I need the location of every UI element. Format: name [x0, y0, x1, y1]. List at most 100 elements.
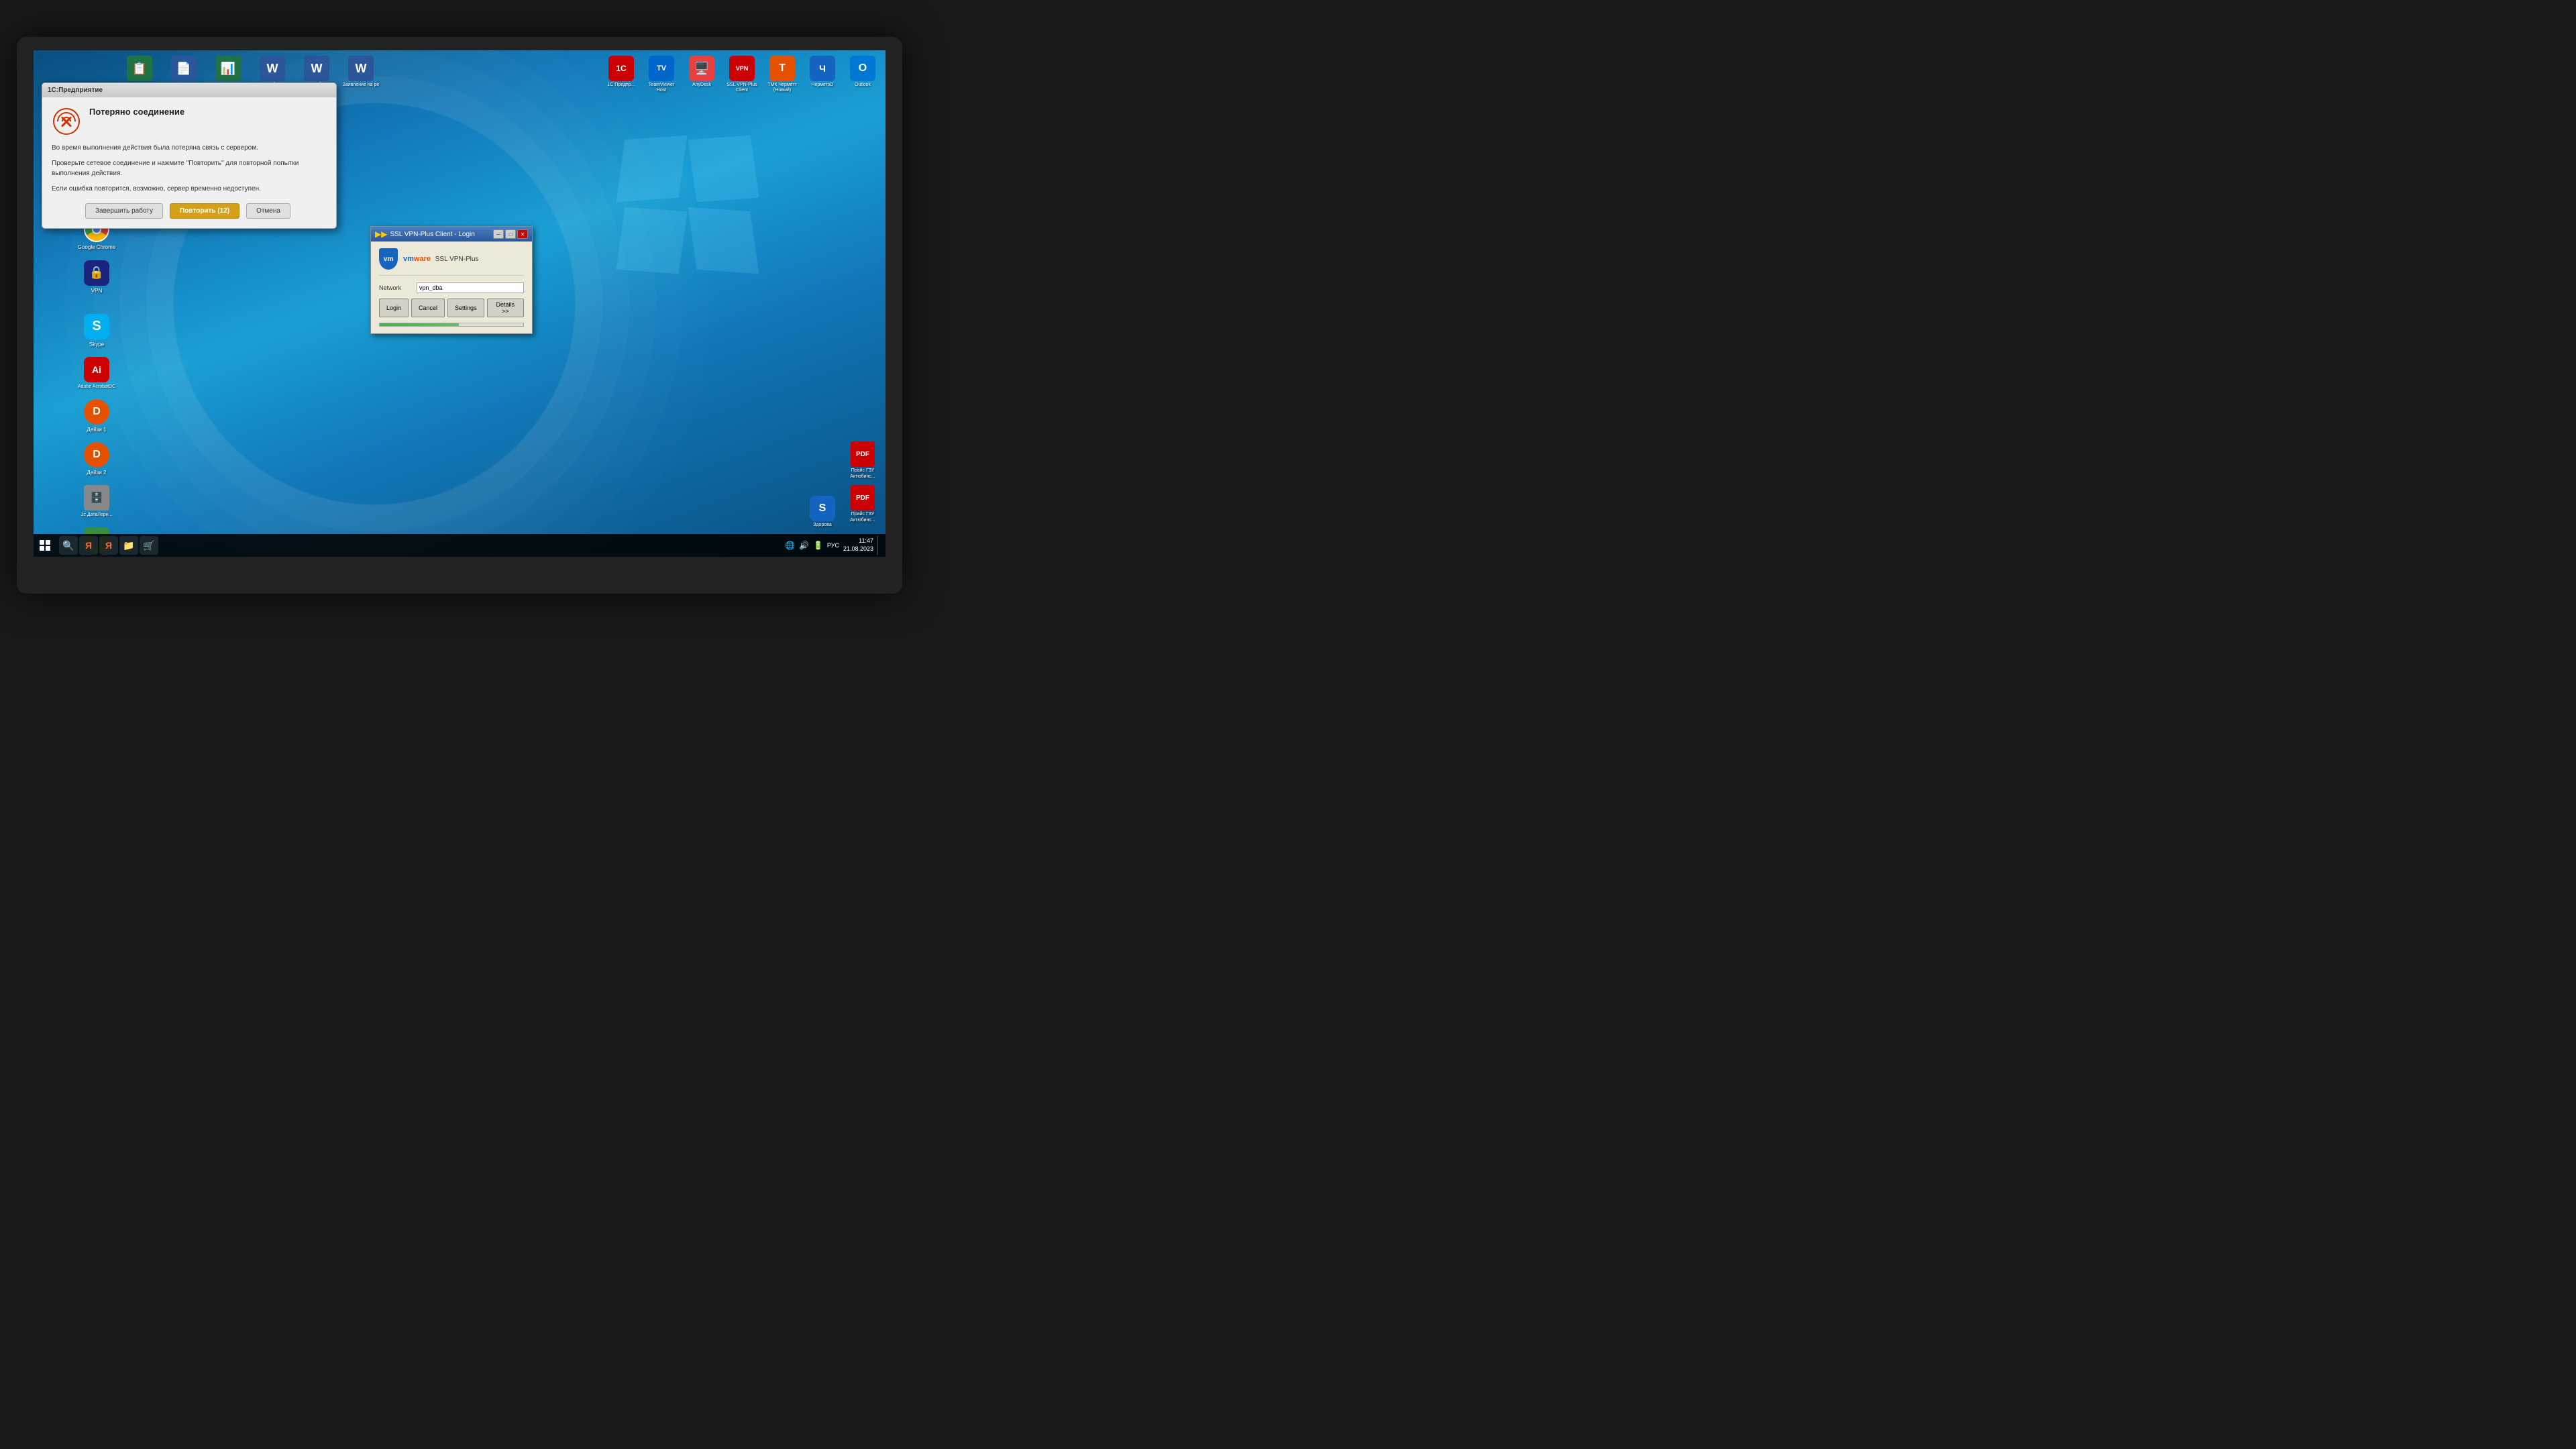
vpn-details-button[interactable]: Details >> [487, 299, 524, 317]
desktop-icon-prays2[interactable]: PDF Прайс ГЗУ Актюбинс... [845, 485, 880, 523]
sslvpn-icon: VPN [729, 56, 755, 81]
zdorov-label: Здорова [813, 523, 832, 527]
retry-button[interactable]: Повторить (12) [170, 203, 239, 219]
cancel-button[interactable]: Отмена [246, 203, 290, 219]
1c-label: 1С Предпр... [607, 83, 635, 88]
vpn-title-text: SSL VPN-Plus Client - Login [390, 231, 474, 238]
vmware-header: vm vmware SSL VPN-Plus [379, 248, 524, 276]
desktop-icon-zayavl[interactable]: W Заявление на ре [342, 56, 380, 94]
desktop-icon-adobe[interactable]: Ai Adobe AcrobatDC [75, 357, 118, 390]
vpn-action-buttons: Login Cancel Settings Details >> [379, 299, 524, 317]
vpn-window-controls: ─ □ ✕ [493, 229, 528, 239]
prays2-icon: PDF [851, 485, 875, 511]
error-icon-container [52, 107, 81, 136]
error-dialog-title-text: 1С:Предприятие [48, 87, 103, 94]
prays1-icon: PDF [851, 441, 875, 467]
desktop-icons-left: Google Chrome 🔒 VPN S Skype Ai [75, 217, 118, 557]
vpn-label: VPN [91, 288, 102, 294]
error-text3: Если ошибка повторится, возможно, сервер… [52, 184, 324, 194]
sluzh1-icon: W [260, 56, 285, 81]
taskbar-store-icon[interactable]: 🛒 [140, 536, 158, 555]
vpn-restore-button[interactable]: □ [505, 229, 516, 239]
vpn-login-button[interactable]: Login [379, 299, 409, 317]
desktop-icons-right-top: 1С 1С Предпр... TV TeamViewer Host 🖥️ An… [604, 56, 880, 94]
zayavl-label: Заявление на ре [343, 83, 380, 88]
sslvpn-label: SSL VPN-Plus Client [724, 83, 759, 94]
desktop-icon-teamviewer[interactable]: TV TeamViewer Host [644, 56, 679, 94]
vpn-network-row: Network [379, 282, 524, 293]
desktop-icon-tmk[interactable]: Т ТМК Черметт (Новый) [765, 56, 800, 94]
desktop-icon-skype[interactable]: S Skype [75, 314, 118, 347]
tmk-label: ТМК Черметт (Новый) [765, 83, 800, 94]
error-dialog: 1С:Предприятие [42, 83, 337, 229]
teamviewer-icon: TV [649, 56, 674, 81]
taskbar-battery-icon: 🔋 [813, 541, 823, 550]
anydesk-icon: 🖥️ [689, 56, 714, 81]
vpn-close-button[interactable]: ✕ [517, 229, 528, 239]
desktop-icon-anydesk[interactable]: 🖥️ AnyDesk [684, 56, 719, 94]
desktop-icon-daisy1[interactable]: D Дейзи 1 [75, 399, 118, 433]
vpn-icon: 🔒 [84, 260, 109, 286]
prays1-label: Прайс ГЗУ Актюбинс... [845, 468, 880, 480]
monitor-outer: start Word Google Chrome 🔒 VPN [17, 37, 902, 594]
vpn-dialog-body: vm vmware SSL VPN-Plus Network Login Can… [371, 241, 532, 333]
taskbar-right-area: 🌐 🔊 🔋 РУС 11:47 21.08.2023 [785, 536, 885, 555]
daisy2-label: Дейзи 2 [87, 470, 106, 476]
vpn-cancel-button[interactable]: Cancel [411, 299, 445, 317]
vpn-dialog-titlebar: ▶▶ SSL VPN-Plus Client - Login ─ □ ✕ [371, 227, 532, 241]
taskbar-yandex-icon[interactable]: Я [79, 536, 98, 555]
desktop-icon-prays1[interactable]: PDF Прайс ГЗУ Актюбинс... [845, 441, 880, 480]
taskbar: 🔍 Я Я 📁 🛒 🌐 🔊 🔋 [34, 534, 885, 557]
vpn-login-dialog: ▶▶ SSL VPN-Plus Client - Login ─ □ ✕ vm [370, 226, 533, 334]
desktop-icon-daisy2[interactable]: D Дейзи 2 [75, 442, 118, 476]
desktop-icon-sslvpn[interactable]: VPN SSL VPN-Plus Client [724, 56, 759, 94]
vpn-arrow-icon: ▶▶ [375, 229, 387, 239]
vmware-brand-text: vmware SSL VPN-Plus [403, 255, 478, 263]
finish-work-button[interactable]: Завершить работу [85, 203, 163, 219]
vpn-settings-button[interactable]: Settings [447, 299, 484, 317]
prays2-label: Прайс ГЗУ Актюбинс... [845, 512, 880, 523]
taskbar-show-desktop[interactable] [877, 536, 880, 555]
outlook-label: Outlook [855, 83, 871, 87]
ssl-label: SSL VPN-Plus [435, 256, 479, 263]
desktop-icon-zdorov[interactable]: S Здорова [805, 496, 840, 527]
error-dialog-titlebar: 1С:Предприятие [42, 83, 336, 97]
vpn-progress-bar [380, 323, 459, 326]
network-input[interactable] [417, 282, 524, 293]
taskbar-search-icon[interactable]: 🔍 [59, 536, 78, 555]
start-button[interactable] [34, 534, 56, 557]
db-label: 1с ДатаЛерн... [81, 513, 113, 518]
tmk-icon: Т [769, 56, 795, 81]
taskbar-folder-icon[interactable]: 📁 [119, 536, 138, 555]
pdf-icons-right: PDF Прайс ГЗУ Актюбинс... PDF Прайс ГЗУ … [845, 441, 880, 523]
taskbar-pinned-icons: 🔍 Я Я 📁 🛒 [56, 536, 161, 555]
taskbar-time: 11:47 [843, 537, 873, 545]
teamviewer-label: TeamViewer Host [644, 83, 679, 94]
tt-nakl-icon: 📊 [215, 56, 241, 81]
daisy2-icon: D [84, 442, 109, 468]
daisy1-icon: D [84, 399, 109, 425]
chermev-label: ЧерметзD [812, 83, 833, 87]
desktop-icon-outlook[interactable]: O Outlook [845, 56, 880, 94]
error-dialog-body: Потеряно соединение Во время выполнения … [42, 97, 336, 228]
zdorov-icon: S [810, 496, 835, 521]
db-icon: 🗄️ [84, 485, 109, 511]
start-icon [40, 540, 50, 551]
desktop-icon-1c[interactable]: 1С 1С Предпр... [604, 56, 639, 94]
taskbar-browser-icon[interactable]: Я [99, 536, 118, 555]
error-title-row: Потеряно соединение [52, 107, 324, 136]
taskbar-language: РУС [827, 542, 839, 549]
desktop-icon-db[interactable]: 🗄️ 1с ДатаЛерн... [75, 485, 118, 518]
error-text1: Во время выполнения действия была потеря… [52, 143, 324, 153]
desktop-icon-chermev[interactable]: Ч ЧерметзD [805, 56, 840, 94]
desktop: start Word Google Chrome 🔒 VPN [34, 50, 885, 557]
sluzh2-icon: W [304, 56, 329, 81]
network-label: Network [379, 284, 413, 291]
vpn-progress-container [379, 323, 524, 327]
desktop-icon-vpn[interactable]: 🔒 VPN [75, 260, 118, 294]
taskbar-network-icon: 🌐 [785, 541, 795, 550]
skype-label: Skype [89, 341, 104, 347]
taskbar-datetime: 11:47 21.08.2023 [843, 537, 873, 553]
anydesk-label: AnyDesk [692, 83, 711, 87]
vpn-minimize-button[interactable]: ─ [493, 229, 504, 239]
